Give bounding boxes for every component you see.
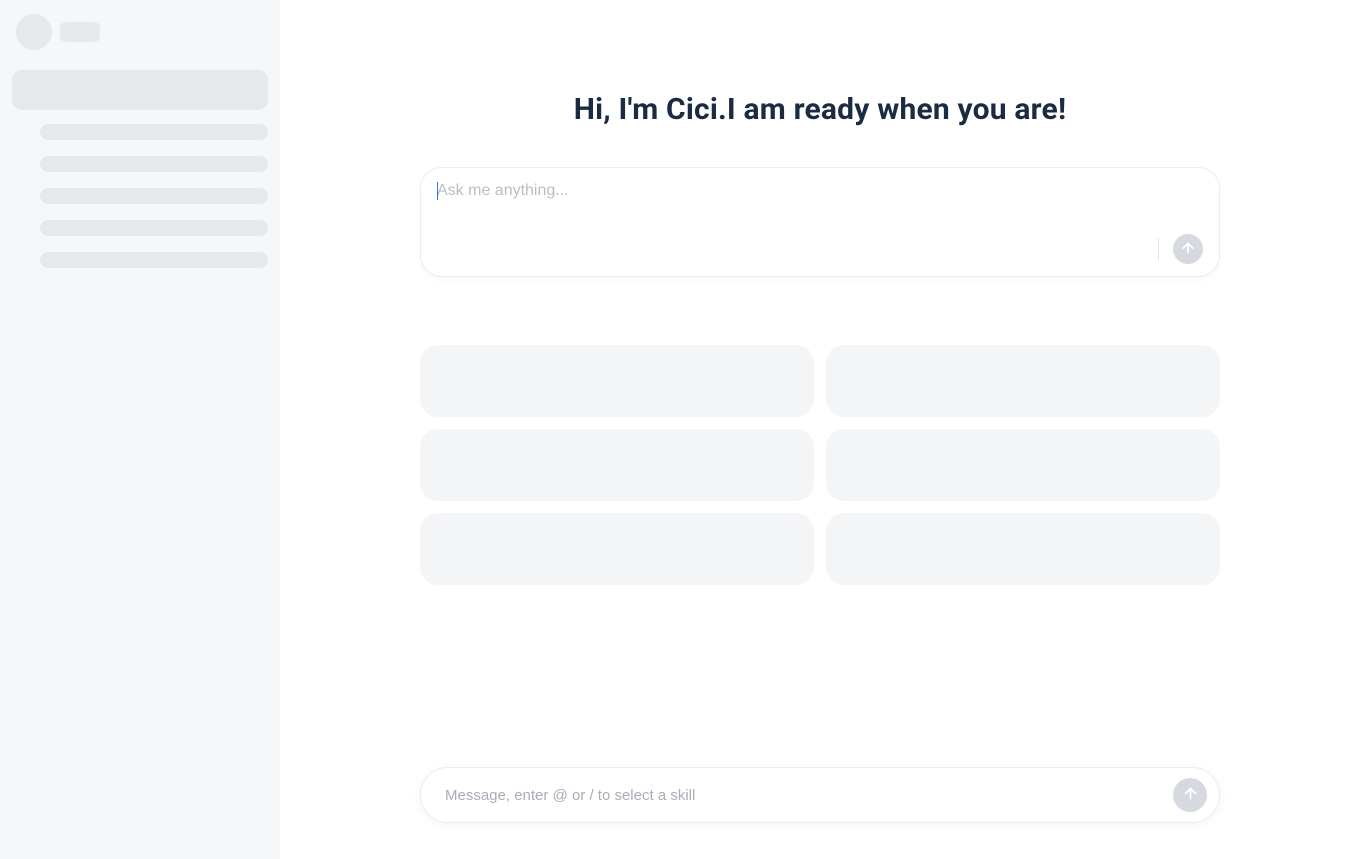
hero-input-container[interactable] xyxy=(420,167,1220,277)
avatar-skeleton xyxy=(16,14,52,50)
bottom-send-button[interactable] xyxy=(1173,778,1207,812)
sidebar-nav-skeleton xyxy=(40,252,268,268)
sidebar-nav-skeleton xyxy=(40,220,268,236)
suggestion-skeleton xyxy=(826,345,1220,417)
suggestion-skeleton xyxy=(420,513,814,585)
suggestion-skeleton xyxy=(826,513,1220,585)
hero-send-button[interactable] xyxy=(1173,234,1203,264)
sidebar xyxy=(0,0,280,859)
hero-input-footer xyxy=(437,234,1203,264)
suggestion-skeleton xyxy=(826,429,1220,501)
bottom-message-bar[interactable] xyxy=(420,767,1220,823)
bottom-message-input[interactable] xyxy=(445,787,1173,804)
sidebar-nav-skeleton xyxy=(40,156,268,172)
sidebar-nav-list xyxy=(12,124,268,268)
sidebar-nav-skeleton xyxy=(40,124,268,140)
hero-input-line xyxy=(437,182,1203,200)
brand-skeleton xyxy=(60,22,100,42)
suggestion-skeleton xyxy=(420,429,814,501)
main-area: Hi, I'm Cici.I am ready when you are! xyxy=(280,0,1360,859)
suggestion-grid xyxy=(420,345,1220,585)
sidebar-search-skeleton xyxy=(12,70,268,110)
sidebar-header xyxy=(12,14,268,50)
hero-input[interactable] xyxy=(437,182,1203,200)
arrow-up-icon xyxy=(1182,785,1199,805)
greeting-heading: Hi, I'm Cici.I am ready when you are! xyxy=(574,92,1067,127)
sidebar-nav-skeleton xyxy=(40,188,268,204)
divider xyxy=(1158,238,1159,260)
suggestion-skeleton xyxy=(420,345,814,417)
arrow-up-icon xyxy=(1180,240,1196,259)
